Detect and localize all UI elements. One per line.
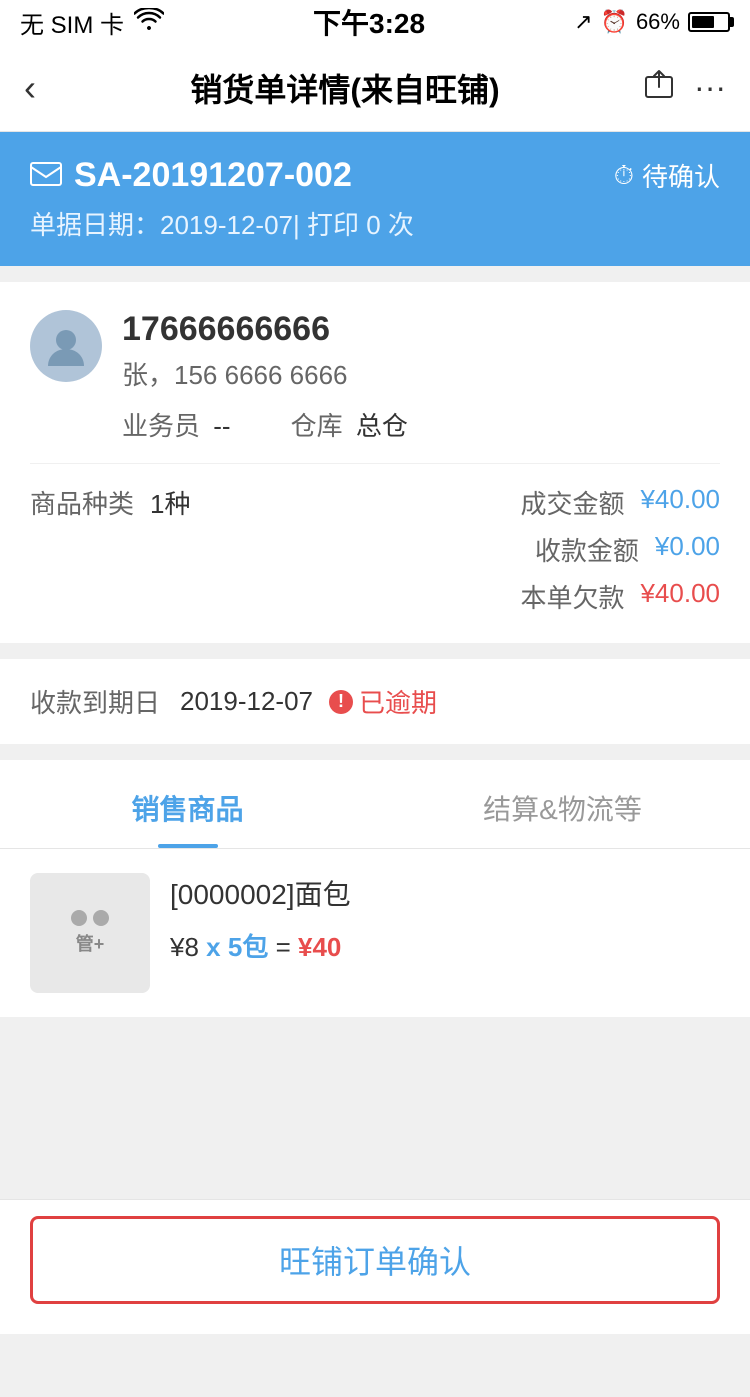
product-thumbnail: 管+ bbox=[30, 873, 150, 993]
received-value: ¥0.00 bbox=[655, 531, 720, 568]
battery-percent: 66% bbox=[636, 9, 680, 35]
page-title: 销货单详情(来自旺铺) bbox=[46, 65, 644, 111]
share-icon[interactable] bbox=[644, 69, 674, 107]
avatar bbox=[30, 310, 102, 382]
status-left: 无 SIM 卡 bbox=[20, 5, 164, 40]
summary-left: 商品种类 1种 bbox=[30, 484, 520, 521]
nav-actions: ··· bbox=[644, 69, 726, 107]
confirm-order-button[interactable]: 旺铺订单确认 bbox=[30, 1216, 720, 1304]
product-card: 管+ [0000002]面包 ¥8 x 5包 = ¥40 bbox=[0, 849, 750, 1017]
more-button[interactable]: ··· bbox=[694, 69, 726, 106]
alarm-icon: ⏰ bbox=[601, 9, 628, 35]
summary-row: 商品种类 1种 成交金额 ¥40.00 收款金额 ¥0.00 本单欠款 ¥40.… bbox=[30, 484, 720, 615]
customer-card: 17666666666 张，156 6666 6666 业务员 -- 仓库 总仓… bbox=[0, 282, 750, 643]
back-button[interactable]: ‹ bbox=[14, 57, 46, 119]
bottom-bar: 旺铺订单确认 bbox=[0, 1199, 750, 1334]
amount-value: ¥40.00 bbox=[640, 484, 720, 521]
order-status: ⏱ 待确认 bbox=[614, 157, 720, 194]
salesman-field: 业务员 -- bbox=[122, 406, 231, 443]
received-row: 收款金额 ¥0.00 bbox=[535, 531, 720, 568]
tabs-bar: 销售商品 结算&物流等 bbox=[0, 760, 750, 849]
product-thumb-inner: 管+ bbox=[71, 910, 109, 956]
order-id-row: SA-20191207-002 ⏱ 待确认 bbox=[30, 156, 720, 195]
nav-bar: ‹ 销货单详情(来自旺铺) ··· bbox=[0, 44, 750, 132]
wifi-icon bbox=[134, 8, 164, 37]
warehouse-field: 仓库 总仓 bbox=[291, 406, 408, 443]
status-bar: 无 SIM 卡 下午3:28 ↗ ⏰ 66% bbox=[0, 0, 750, 44]
due-date-card: 收款到期日 2019-12-07 ! 已逾期 bbox=[0, 659, 750, 744]
product-price: ¥8 x 5包 = ¥40 bbox=[170, 927, 720, 964]
order-id: SA-20191207-002 bbox=[30, 156, 352, 195]
product-info: [0000002]面包 ¥8 x 5包 = ¥40 bbox=[170, 873, 720, 964]
owl-eye-right bbox=[93, 910, 109, 926]
battery-icon bbox=[688, 12, 730, 32]
owl-brand-text: 管+ bbox=[76, 930, 105, 956]
amount-row: 成交金额 ¥40.00 bbox=[520, 484, 720, 521]
tab-sales-products[interactable]: 销售商品 bbox=[0, 760, 375, 848]
overdue-icon: ! bbox=[329, 690, 353, 714]
debt-value: ¥40.00 bbox=[640, 578, 720, 615]
location-icon: ↗ bbox=[574, 9, 592, 35]
customer-phone: 17666666666 bbox=[122, 310, 720, 349]
debt-row: 本单欠款 ¥40.00 bbox=[520, 578, 720, 615]
divider bbox=[30, 463, 720, 464]
tab-underline bbox=[158, 844, 218, 848]
status-clock-icon: ⏱ bbox=[614, 160, 634, 192]
customer-meta: 业务员 -- 仓库 总仓 bbox=[122, 406, 720, 443]
owl-eyes bbox=[71, 910, 109, 926]
customer-info: 17666666666 张，156 6666 6666 业务员 -- 仓库 总仓 bbox=[122, 310, 720, 443]
overdue-badge: ! 已逾期 bbox=[329, 683, 437, 720]
carrier-text: 无 SIM 卡 bbox=[20, 5, 124, 40]
product-name: [0000002]面包 bbox=[170, 873, 720, 913]
tab-settlement[interactable]: 结算&物流等 bbox=[375, 760, 750, 848]
customer-row: 17666666666 张，156 6666 6666 业务员 -- 仓库 总仓 bbox=[30, 310, 720, 443]
order-id-icon bbox=[30, 156, 62, 195]
order-header: SA-20191207-002 ⏱ 待确认 单据日期：2019-12-07| 打… bbox=[0, 132, 750, 266]
owl-eye-left bbox=[71, 910, 87, 926]
status-time: 下午3:28 bbox=[313, 2, 425, 42]
customer-name: 张，156 6666 6666 bbox=[122, 355, 720, 392]
status-right: ↗ ⏰ 66% bbox=[574, 9, 730, 35]
overdue-text: 已逾期 bbox=[359, 683, 437, 720]
summary-right: 成交金额 ¥40.00 收款金额 ¥0.00 本单欠款 ¥40.00 bbox=[520, 484, 720, 615]
order-date: 单据日期：2019-12-07| 打印 0 次 bbox=[30, 205, 720, 242]
due-date-value: 2019-12-07 bbox=[180, 686, 313, 717]
